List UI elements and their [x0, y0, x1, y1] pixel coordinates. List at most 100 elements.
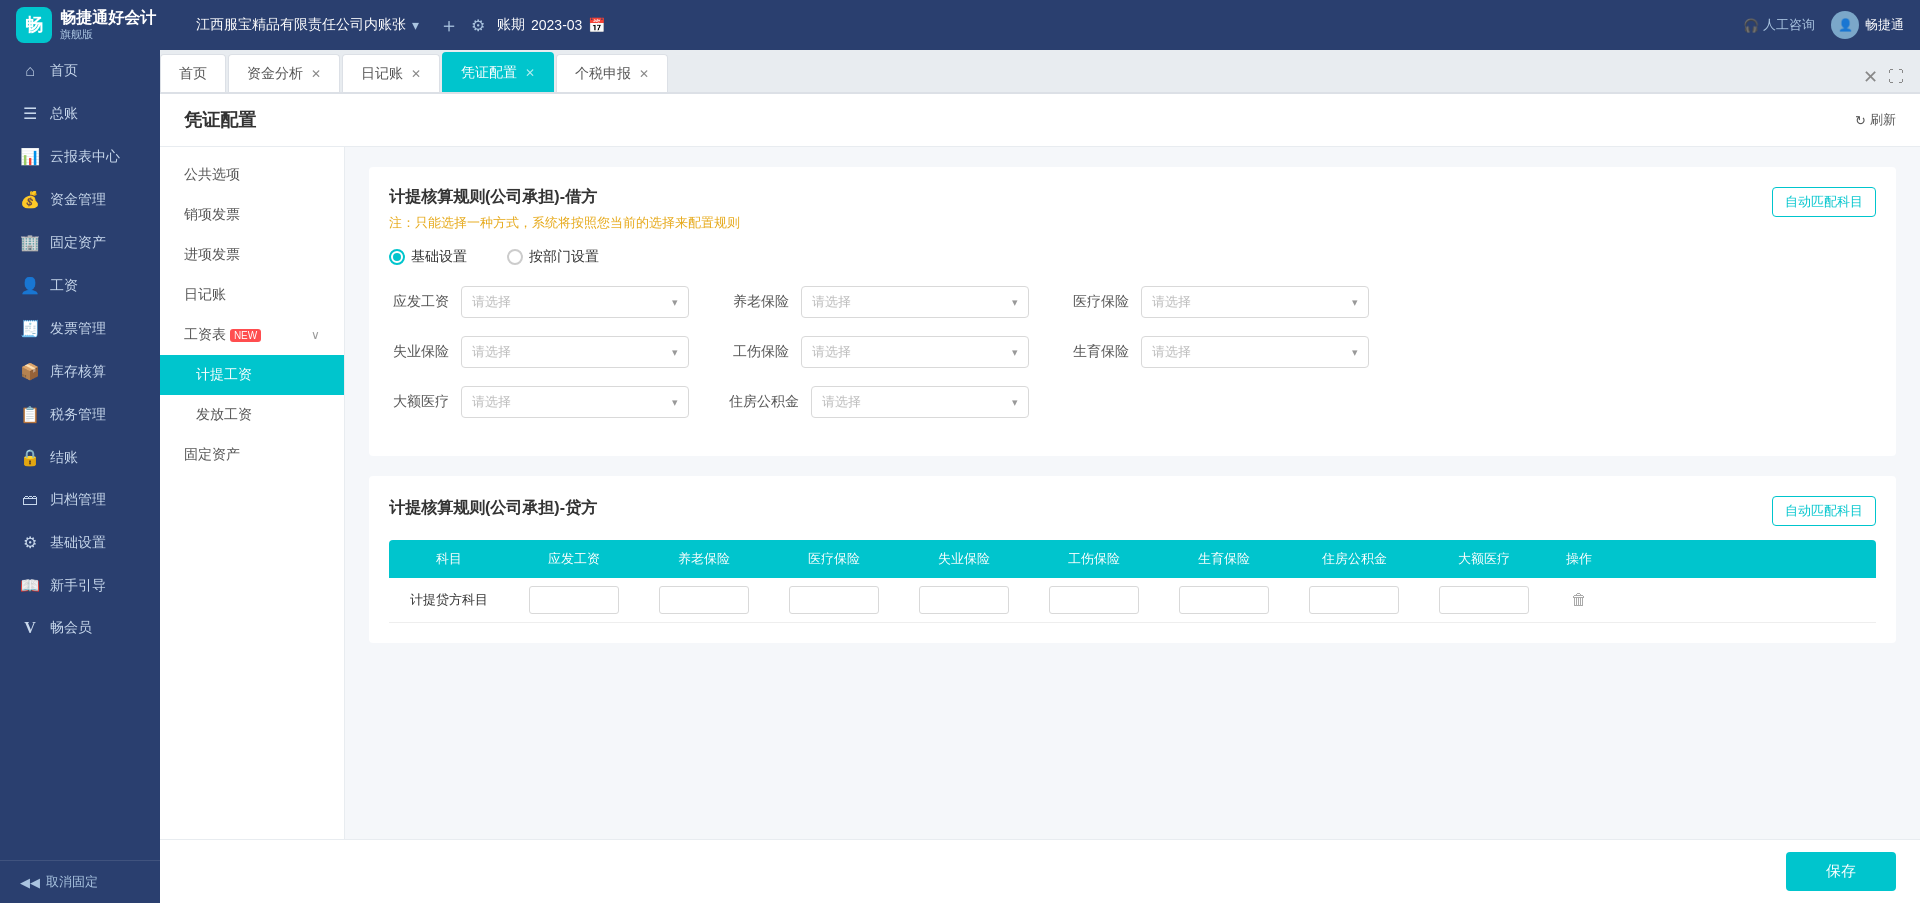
- subnav-accrue[interactable]: 计提工资: [160, 355, 344, 395]
- sidebar-item-salary[interactable]: 👤 工资: [0, 264, 160, 307]
- sidebar-item-assets[interactable]: 🏢 固定资产: [0, 221, 160, 264]
- tab-voucher[interactable]: 凭证配置 ✕: [442, 52, 554, 92]
- tab-tax[interactable]: 个税申报 ✕: [556, 54, 668, 92]
- td-action[interactable]: 🗑: [1549, 578, 1609, 622]
- header-company[interactable]: 江西服宝精品有限责任公司内账张 ▾: [196, 16, 419, 34]
- save-button[interactable]: 保存: [1786, 852, 1896, 891]
- sidebar-item-reports[interactable]: 📊 云报表中心: [0, 135, 160, 178]
- td-shiye-input[interactable]: [899, 578, 1029, 622]
- debit-auto-match-btn[interactable]: 自动匹配科目: [1772, 187, 1876, 217]
- input-yiliao[interactable]: [789, 586, 879, 614]
- td-shengyu-input[interactable]: [1159, 578, 1289, 622]
- sidebar-item-close[interactable]: 🔒 结账: [0, 436, 160, 479]
- chevron-down-icon: ∨: [311, 328, 320, 342]
- subnav-fixed-assets[interactable]: 固定资产: [160, 435, 344, 475]
- label-zhufang: 住房公积金: [729, 393, 799, 411]
- select-shengyu[interactable]: 请选择 ▾: [1141, 336, 1369, 368]
- td-zhufang-input[interactable]: [1289, 578, 1419, 622]
- sidebar-item-archive[interactable]: 🗃 归档管理: [0, 479, 160, 521]
- select-zhufang-placeholder: 请选择: [822, 393, 861, 411]
- td-gongshang-input[interactable]: [1029, 578, 1159, 622]
- input-zhufang[interactable]: [1309, 586, 1399, 614]
- input-daer[interactable]: [1439, 586, 1529, 614]
- td-yanglao-input[interactable]: [639, 578, 769, 622]
- input-gongshang[interactable]: [1049, 586, 1139, 614]
- add-tab-icon[interactable]: ＋: [439, 12, 459, 39]
- sidebar-item-guide[interactable]: 📖 新手引导: [0, 564, 160, 607]
- td-yingfa-input[interactable]: [509, 578, 639, 622]
- select-shiye[interactable]: 请选择 ▾: [461, 336, 689, 368]
- select-yiliao-placeholder: 请选择: [1152, 293, 1191, 311]
- sub-nav: 公共选项 销项发票 进项发票 日记账 工资表 NEW ∨ 计提工资 发放工资 固…: [160, 147, 345, 903]
- radio-dept[interactable]: 按部门设置: [507, 248, 599, 266]
- headset-icon: 🎧: [1743, 18, 1759, 33]
- tab-home[interactable]: 首页: [160, 54, 226, 92]
- chevron-down-icon: ▾: [1012, 396, 1018, 409]
- radio-basic[interactable]: 基础设置: [389, 248, 467, 266]
- user-area[interactable]: 👤 畅捷通: [1831, 11, 1904, 39]
- sidebar-item-capital[interactable]: 💰 资金管理: [0, 178, 160, 221]
- close-icon: 🔒: [20, 448, 40, 467]
- company-dropdown-icon[interactable]: ▾: [412, 17, 419, 33]
- ledger-icon: ☰: [20, 104, 40, 123]
- subnav-purchase[interactable]: 进项发票: [160, 235, 344, 275]
- credit-section: 计提核算规则(公司承担)-贷方 自动匹配科目 科目 应发工资 养老保险 医疗保险…: [369, 476, 1896, 643]
- sidebar-item-inventory[interactable]: 📦 库存核算: [0, 350, 160, 393]
- settings-icon[interactable]: ⚙: [471, 16, 485, 35]
- assets-icon: 🏢: [20, 233, 40, 252]
- unpin-sidebar-btn[interactable]: ◀◀ 取消固定: [0, 860, 160, 903]
- select-yingfa[interactable]: 请选择 ▾: [461, 286, 689, 318]
- input-yanglao[interactable]: [659, 586, 749, 614]
- chevron-down-icon: ▾: [1012, 346, 1018, 359]
- label-yingfa: 应发工资: [389, 293, 449, 311]
- support-label: 人工咨询: [1763, 16, 1815, 34]
- main-layout: ⌂ 首页 ☰ 总账 📊 云报表中心 💰 资金管理 🏢 固定资产 👤 工资 🧾 发…: [0, 50, 1920, 903]
- select-yanglao-placeholder: 请选择: [812, 293, 851, 311]
- input-yingfa[interactable]: [529, 586, 619, 614]
- select-daer[interactable]: 请选择 ▾: [461, 386, 689, 418]
- tab-journal-close[interactable]: ✕: [411, 67, 421, 81]
- field-daer: 大额医疗 请选择 ▾: [389, 386, 689, 418]
- subnav-journal[interactable]: 日记账: [160, 275, 344, 315]
- credit-auto-match-btn[interactable]: 自动匹配科目: [1772, 496, 1876, 526]
- calendar-icon[interactable]: 📅: [588, 17, 605, 33]
- sidebar-item-vip[interactable]: V 畅会员: [0, 607, 160, 649]
- input-shiye[interactable]: [919, 586, 1009, 614]
- td-yiliao-input[interactable]: [769, 578, 899, 622]
- tab-voucher-close[interactable]: ✕: [525, 66, 535, 80]
- sidebar-item-invoice[interactable]: 🧾 发票管理: [0, 307, 160, 350]
- tab-expand-icon[interactable]: ⛶: [1888, 68, 1904, 86]
- tab-finance-close[interactable]: ✕: [311, 67, 321, 81]
- refresh-button[interactable]: ↻ 刷新: [1855, 111, 1896, 129]
- subnav-sales[interactable]: 销项发票: [160, 195, 344, 235]
- invoice-icon: 🧾: [20, 319, 40, 338]
- th-action: 操作: [1549, 540, 1609, 578]
- subnav-pay[interactable]: 发放工资: [160, 395, 344, 435]
- sidebar-item-ledger[interactable]: ☰ 总账: [0, 92, 160, 135]
- period-display: 账期 2023-03 📅: [497, 16, 605, 34]
- form-area: 计提核算规则(公司承担)-借方 注：只能选择一种方式，系统将按照您当前的选择来配…: [345, 147, 1920, 903]
- sidebar-label-archive: 归档管理: [50, 491, 106, 509]
- select-zhufang[interactable]: 请选择 ▾: [811, 386, 1029, 418]
- td-daer-input[interactable]: [1419, 578, 1549, 622]
- sidebar-item-tax[interactable]: 📋 税务管理: [0, 393, 160, 436]
- page-header: 凭证配置 ↻ 刷新: [160, 94, 1920, 147]
- select-yanglao[interactable]: 请选择 ▾: [801, 286, 1029, 318]
- delete-icon[interactable]: 🗑: [1571, 591, 1587, 609]
- subnav-payroll-group[interactable]: 工资表 NEW ∨: [160, 315, 344, 355]
- sidebar-item-home[interactable]: ⌂ 首页: [0, 50, 160, 92]
- credit-section-title: 计提核算规则(公司承担)-贷方: [389, 498, 597, 519]
- input-shengyu[interactable]: [1179, 586, 1269, 614]
- tab-tax-close[interactable]: ✕: [639, 67, 649, 81]
- subnav-public[interactable]: 公共选项: [160, 155, 344, 195]
- tab-close-window-icon[interactable]: ✕: [1863, 66, 1878, 88]
- select-yiliao[interactable]: 请选择 ▾: [1141, 286, 1369, 318]
- th-shengyu: 生育保险: [1159, 540, 1289, 578]
- support-btn[interactable]: 🎧 人工咨询: [1743, 16, 1815, 34]
- debit-row-2: 失业保险 请选择 ▾ 工伤保险 请选择 ▾: [389, 336, 1876, 368]
- sidebar-label-reports: 云报表中心: [50, 148, 120, 166]
- select-gongshang[interactable]: 请选择 ▾: [801, 336, 1029, 368]
- tab-journal[interactable]: 日记账 ✕: [342, 54, 440, 92]
- tab-finance[interactable]: 资金分析 ✕: [228, 54, 340, 92]
- sidebar-item-settings[interactable]: ⚙ 基础设置: [0, 521, 160, 564]
